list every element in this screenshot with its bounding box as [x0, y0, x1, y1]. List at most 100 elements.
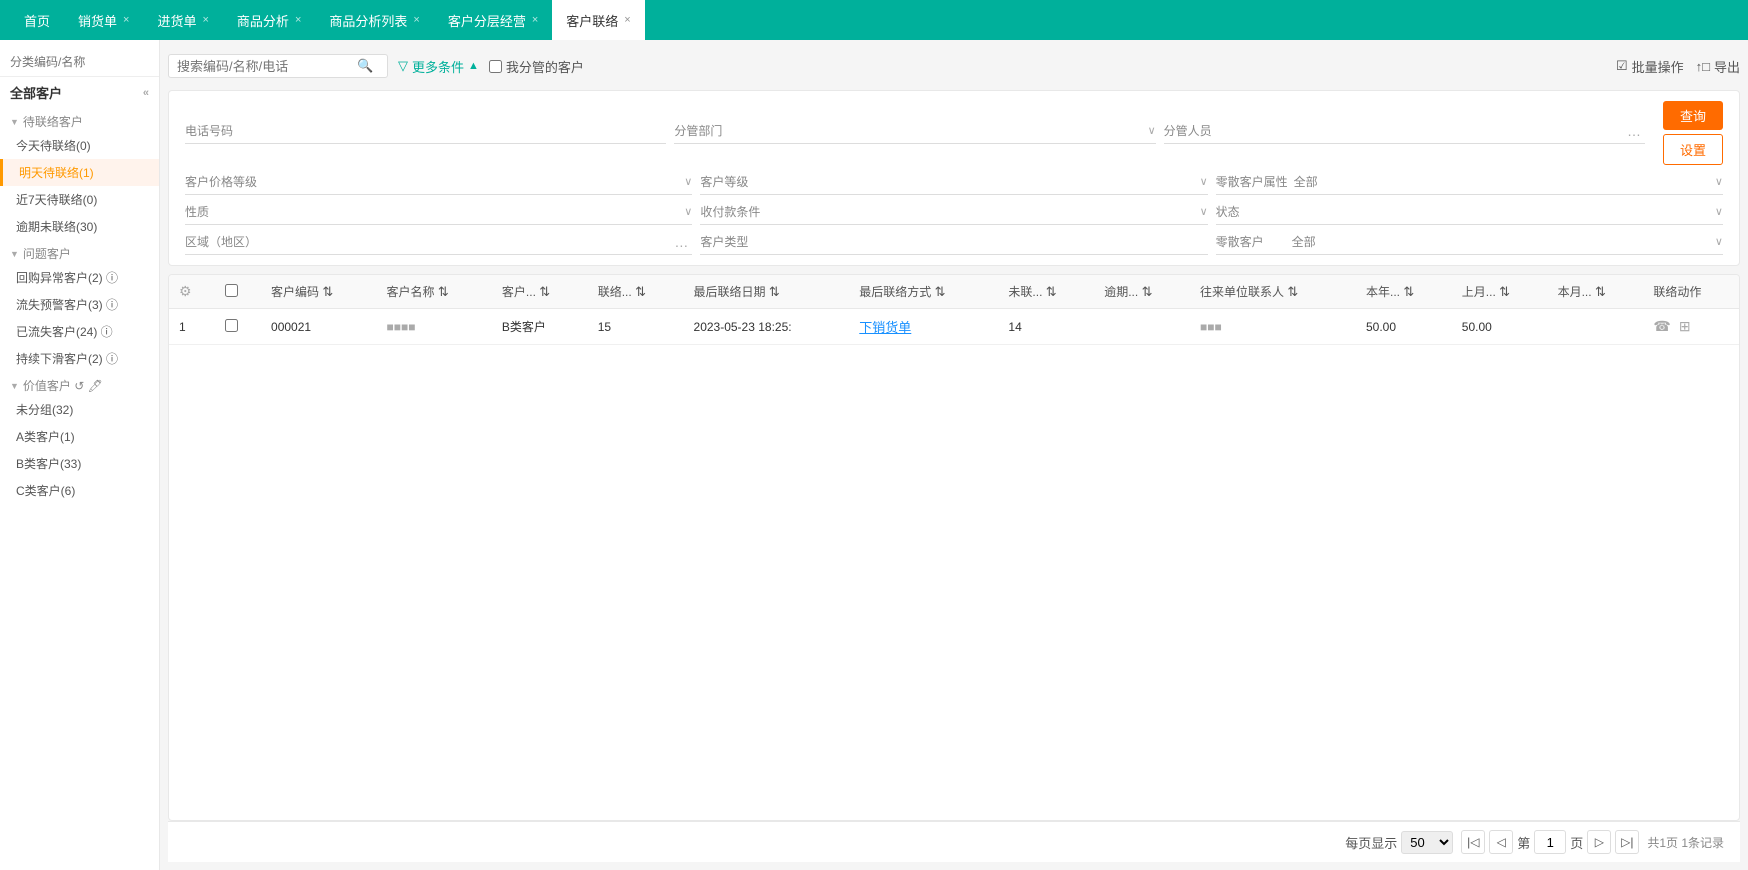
- filter-region: 区域（地区） …: [185, 233, 692, 255]
- total-text: 共1页 1条记录: [1647, 834, 1724, 851]
- row-checkbox-cell: [215, 309, 261, 345]
- pagination: |◁ ◁ 第 页 ▷ ▷|: [1461, 830, 1639, 854]
- filter-value-level: 客户价格等级 ∨: [185, 173, 692, 195]
- sidebar-item-churn-warning[interactable]: 流失预警客户(3) ⓘ: [0, 291, 159, 318]
- sidebar-item-tomorrow-pending[interactable]: 明天待联络(1): [0, 159, 159, 186]
- sidebar-item-churned[interactable]: 已流失客户(24) ⓘ: [0, 318, 159, 345]
- first-page-btn[interactable]: |◁: [1461, 830, 1485, 854]
- filter-payment-label: 收付款条件: [700, 203, 770, 220]
- col-not-contacted: 未联... ⇅: [998, 275, 1094, 309]
- filter-customer-level-select[interactable]: ∨: [776, 175, 1207, 188]
- filter-phone-input[interactable]: [261, 124, 666, 138]
- row-checkbox[interactable]: [225, 319, 238, 332]
- next-page-btn[interactable]: ▷: [1587, 830, 1611, 854]
- filter-payment-chevron-icon: ∨: [1200, 205, 1208, 218]
- nav-purchase-order[interactable]: 进货单 ×: [143, 0, 222, 40]
- sidebar-all-customers[interactable]: 全部客户 «: [0, 77, 159, 108]
- sort-contact-icon: ⇅: [635, 284, 646, 299]
- sort-unit-icon: ⇅: [1287, 284, 1298, 299]
- filter-value-level-select[interactable]: ∨: [263, 175, 692, 188]
- close-customer-contact-icon[interactable]: ×: [624, 14, 630, 26]
- sidebar: 🔍 全部客户 « 待联络客户 今天待联络(0) 明天待联络(1) 近7天待联络(…: [0, 40, 160, 870]
- filter-retail-attr-label: 零散客户属性: [1216, 173, 1288, 190]
- query-button[interactable]: 查询: [1663, 101, 1723, 130]
- more-conditions-btn[interactable]: ▽ 更多条件 ▲: [398, 57, 479, 76]
- last-page-btn[interactable]: ▷|: [1615, 830, 1639, 854]
- filter-customer-type-label: 客户类型: [700, 233, 770, 250]
- sidebar-item-class-c[interactable]: C类客户(6): [0, 477, 159, 504]
- row-actions: ☎ ⊞: [1643, 309, 1739, 345]
- sort-type-icon: ⇅: [539, 284, 550, 299]
- filter-retail-attr-select[interactable]: 全部 ∨: [1294, 173, 1723, 190]
- filter-gender-chevron-icon: ∨: [684, 205, 692, 218]
- row-name: ■■■■: [376, 309, 491, 345]
- checkbox-icon: ☑: [1616, 58, 1628, 74]
- filter-phone-label: 电话号码: [185, 122, 255, 139]
- sidebar-item-abnormal-purchase[interactable]: 回购异常客户(2) ⓘ: [0, 264, 159, 291]
- filter-retail-customer-select[interactable]: 全部 ∨: [1292, 233, 1723, 250]
- sidebar-search-input[interactable]: [10, 55, 160, 69]
- sort-method-icon: ⇅: [935, 284, 946, 299]
- my-customers-checkbox-wrap: 我分管的客户: [489, 57, 584, 76]
- sort-icon: ⇅: [322, 284, 333, 299]
- filter-payment-select[interactable]: ∨: [776, 205, 1207, 218]
- nav-product-analysis-list[interactable]: 商品分析列表 ×: [315, 0, 433, 40]
- sidebar-item-overdue-contact[interactable]: 逾期未联络(30): [0, 213, 159, 240]
- action-phone-icon[interactable]: ☎: [1653, 318, 1670, 335]
- export-btn[interactable]: ↑□ 导出: [1696, 57, 1740, 76]
- sidebar-item-class-a[interactable]: A类客户(1): [0, 423, 159, 450]
- sidebar-item-class-b[interactable]: B类客户(33): [0, 450, 159, 477]
- filter-manager-more-icon[interactable]: …: [1623, 123, 1645, 139]
- last-method-link[interactable]: 下销货单: [859, 320, 911, 335]
- filter-retail-attr-chevron-icon: ∨: [1715, 175, 1723, 188]
- batch-op-btn[interactable]: ☑ 批量操作: [1616, 57, 1684, 76]
- nav-sales-order[interactable]: 销货单 ×: [64, 0, 143, 40]
- sidebar-item-declining[interactable]: 持续下滑客户(2) ⓘ: [0, 345, 159, 372]
- nav-customer-contact[interactable]: 客户联络 ×: [552, 0, 644, 40]
- col-contact-count: 联络... ⇅: [588, 275, 684, 309]
- my-customers-checkbox[interactable]: [489, 60, 502, 73]
- sidebar-group-problem: 问题客户: [0, 240, 159, 264]
- search-input[interactable]: [177, 59, 357, 74]
- col-this-year: 本年... ⇅: [1356, 275, 1452, 309]
- filter-row-3: 性质 ∨ 收付款条件 ∨ 状态: [185, 203, 1723, 225]
- col-this-month: 本月... ⇅: [1548, 275, 1644, 309]
- filter-status-select[interactable]: ∨: [1292, 205, 1723, 218]
- filter-customer-level: 客户等级 ∨: [700, 173, 1207, 195]
- filter-status-label: 状态: [1216, 203, 1286, 220]
- nav-customer-tier[interactable]: 客户分层经营 ×: [434, 0, 552, 40]
- action-grid-icon[interactable]: ⊞: [1679, 318, 1691, 335]
- filter-gender-select[interactable]: ∨: [261, 205, 692, 218]
- table-gear-icon[interactable]: ⚙: [179, 283, 192, 299]
- sidebar-item-ungrouped[interactable]: 未分组(32): [0, 396, 159, 423]
- sidebar-group-value: 价值客户 ↺ 🖊: [0, 372, 159, 396]
- filter-status-chevron-icon: ∨: [1715, 205, 1723, 218]
- close-product-analysis-list-icon[interactable]: ×: [413, 14, 419, 26]
- close-sales-order-icon[interactable]: ×: [123, 14, 129, 26]
- sidebar-item-today-pending[interactable]: 今天待联络(0): [0, 132, 159, 159]
- close-purchase-order-icon[interactable]: ×: [202, 14, 208, 26]
- select-all-checkbox[interactable]: [225, 284, 238, 297]
- search-icon[interactable]: 🔍: [357, 58, 373, 74]
- nav-product-analysis[interactable]: 商品分析 ×: [223, 0, 315, 40]
- sidebar-collapse-icon: «: [143, 87, 149, 99]
- page-size-dropdown[interactable]: 50 100 200: [1401, 831, 1453, 854]
- col-last-month: 上月... ⇅: [1452, 275, 1548, 309]
- page-size-select: 每页显示 50 100 200: [1345, 831, 1453, 854]
- page-number-input[interactable]: [1534, 830, 1566, 854]
- filter-payment: 收付款条件 ∨: [700, 203, 1207, 225]
- col-code: 客户编码 ⇅: [261, 275, 376, 309]
- col-action: 联络动作: [1643, 275, 1739, 309]
- nav-home[interactable]: 首页: [10, 0, 64, 40]
- settings-button[interactable]: 设置: [1663, 134, 1723, 165]
- sidebar-item-7days-pending[interactable]: 近7天待联络(0): [0, 186, 159, 213]
- row-index: 1: [169, 309, 215, 345]
- close-product-analysis-icon[interactable]: ×: [295, 14, 301, 26]
- close-customer-tier-icon[interactable]: ×: [532, 14, 538, 26]
- prev-page-btn[interactable]: ◁: [1489, 830, 1513, 854]
- filter-actions: 查询 设置: [1663, 101, 1723, 165]
- col-name: 客户名称 ⇅: [376, 275, 491, 309]
- filter-dept-select[interactable]: ∨: [750, 124, 1155, 137]
- table-header-row: ⚙ 客户编码 ⇅ 客户名称 ⇅ 客户... ⇅ 联络... ⇅ 最后联络日期 ⇅…: [169, 275, 1739, 309]
- filter-region-more-icon[interactable]: …: [670, 234, 692, 250]
